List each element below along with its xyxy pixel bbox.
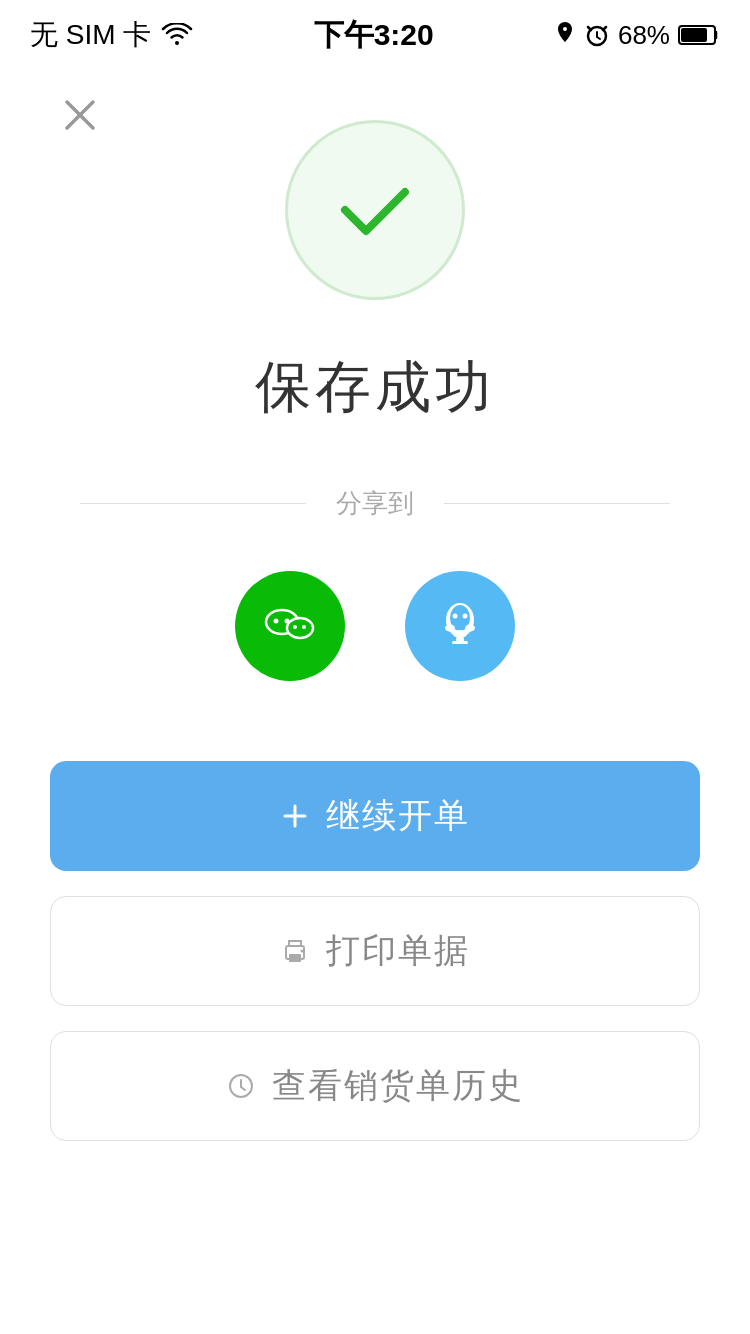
status-left: 无 SIM 卡 bbox=[30, 16, 193, 54]
print-button[interactable]: 打印单据 bbox=[50, 896, 700, 1006]
divider-left bbox=[80, 503, 306, 504]
wechat-share-button[interactable] bbox=[235, 571, 345, 681]
battery-icon bbox=[678, 24, 720, 46]
svg-point-16 bbox=[445, 624, 455, 631]
close-button[interactable] bbox=[50, 85, 110, 145]
svg-point-8 bbox=[284, 618, 289, 623]
continue-label: 继续开单 bbox=[326, 793, 470, 839]
divider-right bbox=[444, 503, 670, 504]
qq-share-button[interactable] bbox=[405, 571, 515, 681]
svg-point-24 bbox=[301, 950, 304, 953]
wechat-logo-icon bbox=[258, 594, 323, 659]
svg-point-14 bbox=[462, 613, 467, 618]
qq-logo-icon bbox=[428, 594, 493, 659]
svg-rect-19 bbox=[452, 641, 468, 644]
alarm-icon bbox=[584, 22, 610, 48]
location-icon bbox=[554, 22, 576, 48]
history-label: 查看销货单历史 bbox=[272, 1063, 524, 1109]
continue-button[interactable]: 继续开单 bbox=[50, 761, 700, 871]
wifi-icon bbox=[161, 23, 193, 47]
sim-status: 无 SIM 卡 bbox=[30, 16, 151, 54]
svg-rect-23 bbox=[289, 954, 301, 962]
svg-point-10 bbox=[302, 625, 306, 629]
divider-section: 分享到 bbox=[0, 486, 750, 521]
svg-point-9 bbox=[293, 625, 297, 629]
print-label: 打印单据 bbox=[326, 928, 470, 974]
status-bar: 无 SIM 卡 下午3:20 68% bbox=[0, 0, 750, 70]
success-circle bbox=[285, 120, 465, 300]
svg-rect-2 bbox=[681, 28, 707, 42]
checkmark-icon bbox=[330, 165, 420, 255]
share-icons bbox=[235, 571, 515, 681]
plus-icon bbox=[280, 801, 310, 831]
svg-point-13 bbox=[452, 613, 457, 618]
history-button[interactable]: 查看销货单历史 bbox=[50, 1031, 700, 1141]
status-time: 下午3:20 bbox=[314, 15, 434, 56]
main-content: 保存成功 分享到 bbox=[0, 70, 750, 1141]
action-buttons: 继续开单 打印单据 查看销货单历史 bbox=[0, 761, 750, 1141]
svg-point-6 bbox=[287, 618, 313, 638]
share-label: 分享到 bbox=[306, 486, 444, 521]
battery-percent: 68% bbox=[618, 20, 670, 51]
success-title: 保存成功 bbox=[255, 350, 495, 426]
printer-icon bbox=[280, 936, 310, 966]
svg-point-15 bbox=[453, 630, 467, 638]
status-right: 68% bbox=[554, 20, 720, 51]
clock-icon bbox=[226, 1071, 256, 1101]
svg-point-17 bbox=[465, 624, 475, 631]
svg-point-7 bbox=[273, 618, 278, 623]
